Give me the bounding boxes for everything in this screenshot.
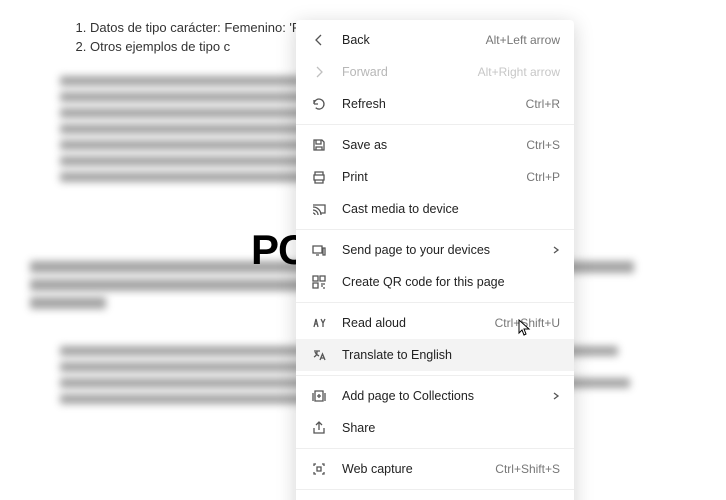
refresh-icon [310,95,328,113]
menu-separator [296,124,574,125]
menu-create-qr[interactable]: Create QR code for this page [296,266,574,298]
menu-web-capture-label: Web capture [342,462,487,476]
chevron-right-icon [552,246,560,254]
menu-refresh[interactable]: Refresh Ctrl+R [296,88,574,120]
menu-print-shortcut: Ctrl+P [526,170,560,184]
menu-send-page[interactable]: Send page to your devices [296,234,574,266]
menu-forward-shortcut: Alt+Right arrow [478,65,560,79]
menu-cast-label: Cast media to device [342,202,560,216]
menu-separator [296,375,574,376]
menu-forward: Forward Alt+Right arrow [296,56,574,88]
menu-read-aloud-shortcut: Ctrl+Shift+U [495,316,560,330]
menu-print-label: Print [342,170,518,184]
menu-share[interactable]: Share [296,412,574,444]
menu-read-aloud[interactable]: Read aloud Ctrl+Shift+U [296,307,574,339]
save-icon [310,136,328,154]
translate-icon [310,346,328,364]
menu-back[interactable]: Back Alt+Left arrow [296,24,574,56]
menu-collections-label: Add page to Collections [342,389,544,403]
menu-refresh-label: Refresh [342,97,518,111]
menu-separator [296,302,574,303]
menu-separator [296,489,574,490]
menu-create-qr-label: Create QR code for this page [342,275,560,289]
menu-separator [296,448,574,449]
menu-save-as[interactable]: Save as Ctrl+S [296,129,574,161]
qr-icon [310,273,328,291]
menu-print[interactable]: Print Ctrl+P [296,161,574,193]
menu-read-aloud-label: Read aloud [342,316,487,330]
menu-send-page-label: Send page to your devices [342,243,544,257]
menu-web-capture-shortcut: Ctrl+Shift+S [495,462,560,476]
menu-refresh-shortcut: Ctrl+R [526,97,560,111]
menu-forward-label: Forward [342,65,470,79]
read-aloud-icon [310,314,328,332]
menu-save-as-shortcut: Ctrl+S [526,138,560,152]
web-capture-icon [310,460,328,478]
menu-web-capture[interactable]: Web capture Ctrl+Shift+S [296,453,574,485]
menu-translate[interactable]: Translate to English [296,339,574,371]
collections-icon [310,387,328,405]
context-menu: Back Alt+Left arrow Forward Alt+Right ar… [296,20,574,500]
menu-share-label: Share [342,421,560,435]
doc-line-2: Otros ejemplos de tipo c [90,39,230,54]
menu-back-shortcut: Alt+Left arrow [486,33,560,47]
share-icon [310,419,328,437]
menu-cast[interactable]: Cast media to device [296,193,574,225]
menu-view-source[interactable]: View page source Ctrl+U [296,494,574,500]
cast-icon [310,200,328,218]
menu-separator [296,229,574,230]
print-icon [310,168,328,186]
devices-icon [310,241,328,259]
menu-save-as-label: Save as [342,138,518,152]
back-arrow-icon [310,31,328,49]
menu-translate-label: Translate to English [342,348,560,362]
menu-collections[interactable]: Add page to Collections [296,380,574,412]
menu-back-label: Back [342,33,478,47]
forward-arrow-icon [310,63,328,81]
chevron-right-icon [552,392,560,400]
